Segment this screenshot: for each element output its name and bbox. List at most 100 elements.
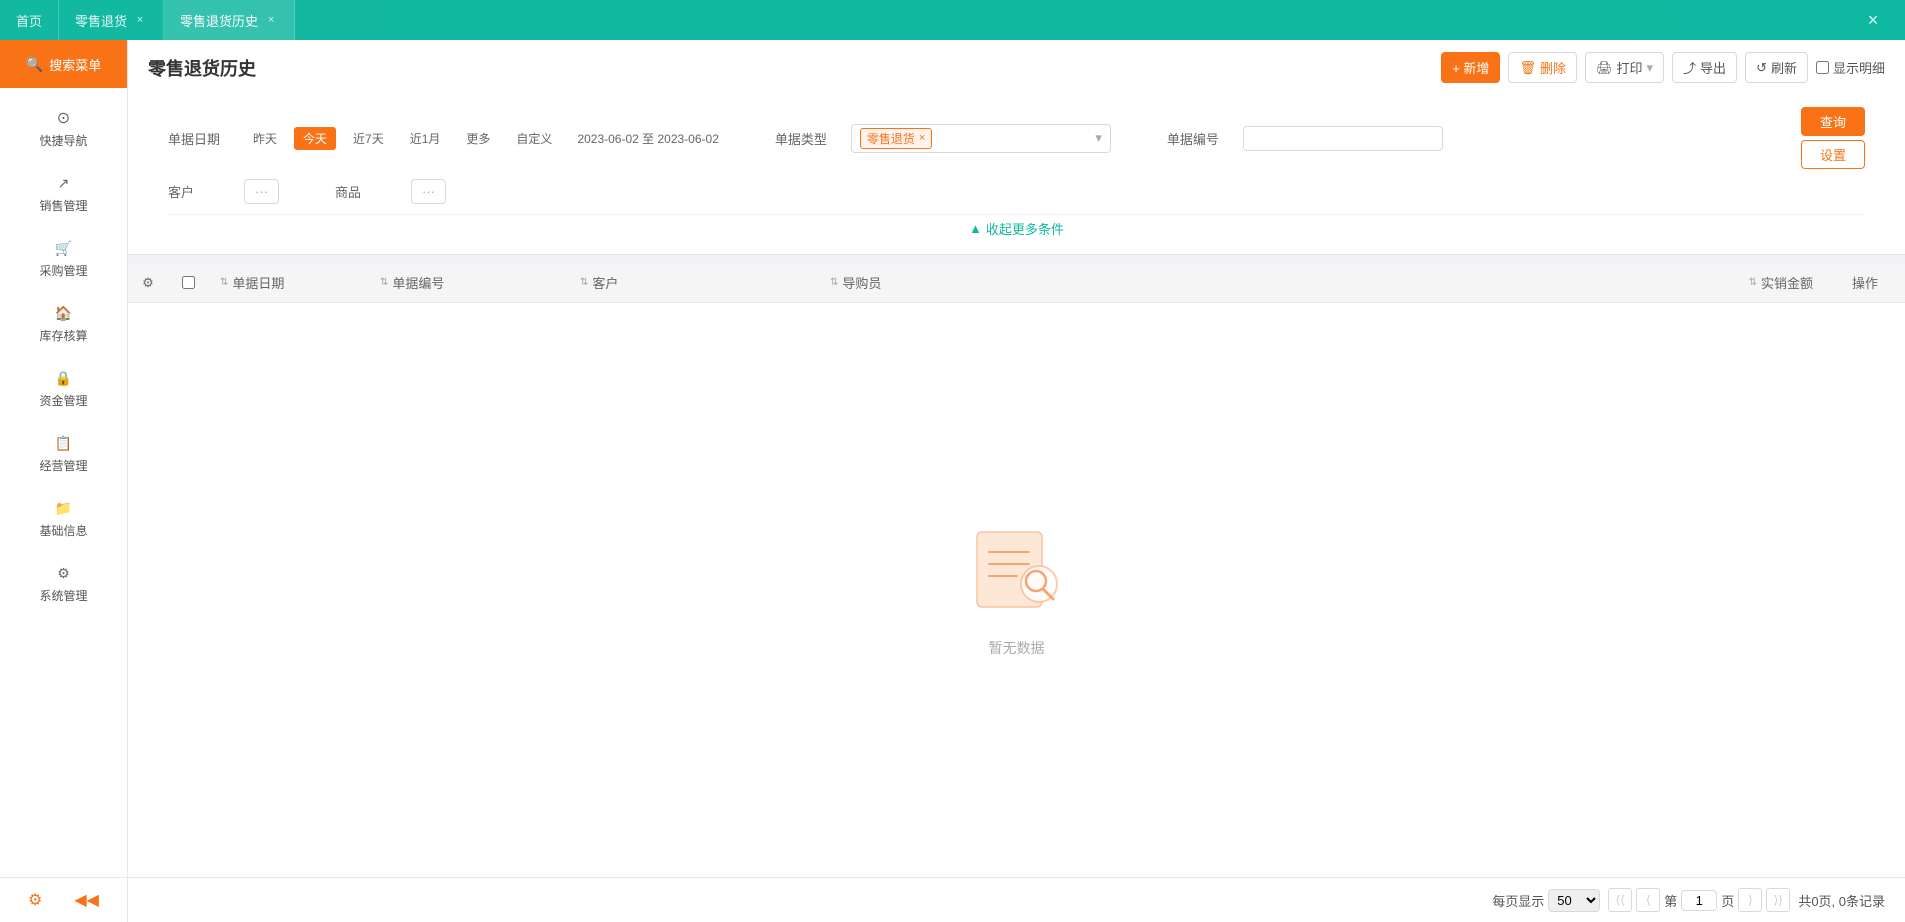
th-settings[interactable]: ⚙ [128, 275, 168, 291]
filter-row-1: 单据日期 昨天 今天 近7天 近1月 更多 自定义 2023-06-02 至 2… [168, 107, 1865, 169]
filter-row-2: 客户 ··· 商品 ··· [168, 179, 1865, 204]
operations-icon: 📋 [54, 433, 74, 453]
sales-icon: ↗ [54, 173, 74, 193]
filter-settings-button[interactable]: 设置 [1801, 140, 1865, 169]
th-amount-label: 实销金额 [1761, 273, 1813, 292]
total-text: 共0页, 0条记录 [1798, 891, 1885, 910]
sidebar-item-label: 经营管理 [39, 457, 87, 474]
tab-retail-return[interactable]: 零售退货 × [59, 0, 164, 40]
close-window-button[interactable]: × [1857, 4, 1889, 36]
date-last7-btn[interactable]: 近7天 [344, 127, 393, 150]
date-more-btn[interactable]: 更多 [457, 127, 499, 150]
bill-type-label: 单据类型 [775, 129, 835, 148]
page-next-btn[interactable]: ⟩ [1738, 888, 1762, 912]
sidebar-item-label: 库存核算 [39, 327, 87, 344]
customer-ellipsis-btn[interactable]: ··· [244, 179, 279, 204]
date-today-btn[interactable]: 今天 [294, 127, 336, 150]
page-prev-btn[interactable]: ⟨ [1636, 888, 1660, 912]
sidebar-item-label: 基础信息 [39, 522, 87, 539]
tab-home[interactable]: 首页 [0, 0, 59, 40]
column-settings-icon[interactable]: ⚙ [142, 275, 154, 291]
tab-retail-return-close[interactable]: × [133, 13, 147, 27]
empty-text: 暂无数据 [989, 638, 1045, 658]
page-number-input[interactable] [1681, 890, 1717, 911]
th-customer[interactable]: ⇅ 客户 [568, 263, 818, 302]
pagination: 每页显示 10 20 50 100 ⟨⟨ ⟨ 第 页 [128, 877, 1905, 922]
purchase-icon: 🛒 [54, 238, 74, 258]
sidebar-search-label: 搜索菜单 [49, 55, 101, 74]
filter-area: 单据日期 昨天 今天 近7天 近1月 更多 自定义 2023-06-02 至 2… [148, 95, 1885, 254]
sidebar-item-operations-mgmt[interactable]: 📋 经营管理 [0, 421, 127, 486]
sidebar-item-label: 快捷导航 [39, 132, 87, 149]
refresh-button[interactable]: ↺ 刷新 [1745, 52, 1808, 83]
sidebar-item-quick-nav[interactable]: ⊙ 快捷导航 [0, 96, 127, 161]
collapse-arrow-icon: ▲ [969, 221, 982, 236]
date-custom-btn[interactable]: 自定义 [507, 127, 561, 150]
bill-type-tag: 零售退货 × [860, 128, 932, 149]
volume-bottom-icon[interactable]: ◀◀ [74, 890, 99, 910]
date-yesterday-btn[interactable]: 昨天 [244, 127, 286, 150]
basic-info-icon: 📁 [54, 498, 74, 518]
delete-button[interactable]: 🗑 删除 [1508, 52, 1577, 83]
export-label: 导出 [1700, 58, 1726, 77]
sidebar-item-inventory[interactable]: 🏠 库存核算 [0, 291, 127, 356]
th-billno-label: 单据编号 [392, 273, 444, 292]
page-first-btn[interactable]: ⟨⟨ [1608, 888, 1632, 912]
sidebar-item-purchase-mgmt[interactable]: 🛒 采购管理 [0, 226, 127, 291]
sort-icon: ⇅ [580, 277, 588, 288]
th-action: 操作 [1825, 263, 1905, 302]
th-billno[interactable]: ⇅ 单据编号 [368, 263, 568, 302]
sort-icon: ⇅ [1749, 277, 1757, 288]
goods-ellipsis-btn[interactable]: ··· [411, 179, 446, 204]
th-guide[interactable]: ⇅ 导购员 [818, 263, 1018, 302]
th-date[interactable]: ⇅ 单据日期 [208, 263, 368, 302]
bill-type-tag-remove[interactable]: × [919, 132, 925, 144]
th-guide-label: 导购员 [842, 273, 881, 292]
query-button[interactable]: 查询 [1801, 107, 1865, 136]
tab-retail-return-history[interactable]: 零售退货历史 × [164, 0, 295, 40]
sort-icon: ⇅ [830, 277, 838, 288]
select-all-checkbox[interactable] [182, 276, 195, 289]
th-amount[interactable]: ⇅ 实销金额 [1018, 263, 1825, 302]
sort-icon: ⇅ [380, 277, 388, 288]
bill-no-input[interactable] [1243, 126, 1443, 151]
print-button[interactable]: 🖨 打印 ▾ [1585, 52, 1664, 83]
settings-bottom-icon[interactable]: ⚙ [28, 890, 42, 910]
page-nav: ⟨⟨ ⟨ 第 页 ⟩ ⟩⟩ [1608, 888, 1790, 912]
collapse-filters-btn[interactable]: ▲ 收起更多条件 [168, 214, 1865, 242]
display-toggle[interactable]: 显示明细 [1816, 58, 1885, 77]
tab-retail-return-history-close[interactable]: × [264, 13, 278, 27]
date-last-month-btn[interactable]: 近1月 [401, 127, 450, 150]
page-unit: 页 [1721, 891, 1734, 910]
page-size-dropdown[interactable]: 10 20 50 100 [1548, 889, 1600, 912]
sidebar-item-system-mgmt[interactable]: ⚙ 系统管理 [0, 551, 127, 616]
delete-icon: 🗑 [1519, 60, 1536, 76]
inventory-icon: 🏠 [54, 303, 74, 323]
sidebar-item-label: 销售管理 [39, 197, 87, 214]
sidebar-search[interactable]: 🔍 搜索菜单 [0, 40, 127, 88]
date-range-text: 2023-06-02 至 2023-06-02 [577, 130, 718, 147]
sidebar-item-sales-mgmt[interactable]: ↗ 销售管理 [0, 161, 127, 226]
sidebar-item-basic-info[interactable]: 📁 基础信息 [0, 486, 127, 551]
finance-icon: 🔒 [54, 368, 74, 388]
main-content: 零售退货历史 + 新增 🗑 删除 🖨 打印 ▾ ⤴ 导出 [128, 40, 1905, 922]
add-button[interactable]: + 新增 [1441, 52, 1500, 83]
th-customer-label: 客户 [592, 273, 618, 292]
page-input: 第 页 [1664, 890, 1734, 911]
sidebar-item-finance-mgmt[interactable]: 🔒 资金管理 [0, 356, 127, 421]
goods-filter-label: 商品 [335, 182, 395, 201]
bill-type-arrow-icon: ▾ [1095, 130, 1102, 146]
print-arrow-icon: ▾ [1647, 60, 1654, 76]
page-last-btn[interactable]: ⟩⟩ [1766, 888, 1790, 912]
date-filter-label: 单据日期 [168, 129, 228, 148]
th-action-label: 操作 [1852, 273, 1878, 292]
tab-retail-return-history-label: 零售退货历史 [180, 11, 258, 30]
export-button[interactable]: ⤴ 导出 [1672, 52, 1737, 83]
page-header-top: 零售退货历史 + 新增 🗑 删除 🖨 打印 ▾ ⤴ 导出 [148, 52, 1885, 83]
collapse-label: 收起更多条件 [986, 219, 1064, 238]
th-checkbox[interactable] [168, 266, 208, 299]
display-toggle-checkbox[interactable] [1816, 61, 1829, 74]
page-size-label: 每页显示 [1492, 891, 1544, 910]
bill-type-select[interactable]: 零售退货 × ▾ [851, 124, 1111, 153]
tab-bar: 首页 零售退货 × 零售退货历史 × [0, 0, 1857, 40]
